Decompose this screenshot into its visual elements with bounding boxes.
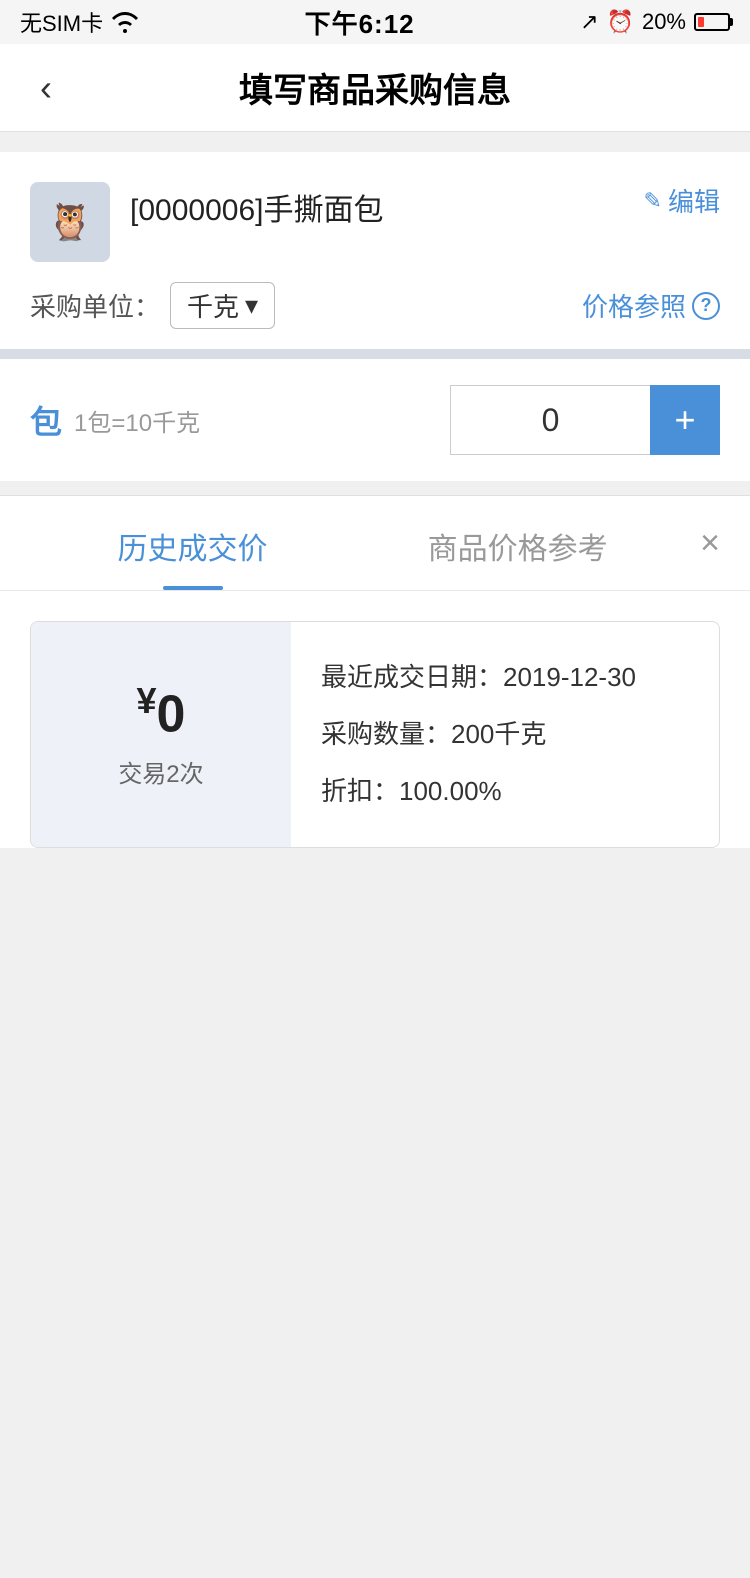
bag-label: 包 xyxy=(30,397,62,443)
location-icon: ↗ xyxy=(580,9,598,35)
history-price-right: 最近成交日期：2019-12-30 采购数量：200千克 折扣：100.00% xyxy=(291,622,719,847)
unit-value: 千克 xyxy=(187,287,239,324)
product-header: 🦉 [0000006]手撕面包 ✎ 编辑 xyxy=(30,182,720,262)
status-right: ↗ ⏰ 20% xyxy=(580,9,730,35)
tabs-row: 历史成交价 商品价格参考 × xyxy=(0,496,750,591)
product-card: 🦉 [0000006]手撕面包 ✎ 编辑 采购单位： 千克 ▾ 价格参照 ? xyxy=(0,152,750,349)
quantity-display[interactable]: 0 xyxy=(450,385,650,455)
tab2-label: 商品价格参考 xyxy=(428,533,608,566)
recent-date-value: 2019-12-30 xyxy=(503,662,636,692)
battery-icon xyxy=(694,13,730,31)
history-price-card: ¥0 交易2次 最近成交日期：2019-12-30 采购数量：200千克 折扣：… xyxy=(30,621,720,848)
battery-percent: 20% xyxy=(642,9,686,35)
discount-line: 折扣：100.00% xyxy=(321,772,689,811)
price-value: 0 xyxy=(157,685,186,743)
status-time: 下午6:12 xyxy=(305,4,415,41)
section-divider xyxy=(0,349,750,359)
history-price-left: ¥0 交易2次 xyxy=(31,622,291,847)
currency-symbol: ¥ xyxy=(137,680,157,721)
product-left: 🦉 [0000006]手撕面包 xyxy=(30,182,383,262)
unit-row: 采购单位： 千克 ▾ xyxy=(30,282,275,329)
plus-button[interactable]: + xyxy=(650,385,720,455)
close-button[interactable]: × xyxy=(680,514,720,573)
discount-value: 100.00% xyxy=(399,776,502,806)
price-display: ¥0 xyxy=(137,680,186,744)
unit-arrow-icon: ▾ xyxy=(245,290,258,321)
unit-select[interactable]: 千克 ▾ xyxy=(170,282,275,329)
price-ref-label: 价格参照 xyxy=(582,287,686,324)
alarm-icon: ⏰ xyxy=(607,9,634,35)
purchase-qty-label: 采购数量： xyxy=(321,719,451,749)
edit-icon: ✎ xyxy=(644,188,662,214)
help-icon: ? xyxy=(692,292,720,320)
bag-conversion: 1包=10千克 xyxy=(74,403,200,438)
price-ref-button[interactable]: 价格参照 ? xyxy=(582,287,720,324)
trade-count: 交易2次 xyxy=(118,754,203,789)
purchase-qty-line: 采购数量：200千克 xyxy=(321,715,689,754)
product-image-placeholder: 🦉 xyxy=(48,201,93,243)
recent-date-label: 最近成交日期： xyxy=(321,662,503,692)
quantity-value: 0 xyxy=(542,402,560,439)
edit-label: 编辑 xyxy=(668,182,720,219)
bottom-panel: 历史成交价 商品价格参考 × ¥0 交易2次 最近成交日期：2019-12-30… xyxy=(0,495,750,848)
main-background xyxy=(0,878,750,1578)
carrier-text: 无SIM卡 xyxy=(20,6,103,38)
plus-icon: + xyxy=(674,399,695,441)
quantity-row: 包 1包=10千克 0 + xyxy=(0,359,750,481)
product-name: [0000006]手撕面包 xyxy=(130,182,383,232)
unit-label: 采购单位： xyxy=(30,287,160,324)
tab-active-indicator xyxy=(163,586,223,590)
back-button[interactable]: ‹ xyxy=(30,57,62,119)
quantity-input-group: 0 + xyxy=(450,385,720,455)
product-thumbnail: 🦉 xyxy=(30,182,110,262)
wifi-icon xyxy=(111,11,139,33)
tab1-label: 历史成交价 xyxy=(118,533,268,566)
status-bar: 无SIM卡 下午6:12 ↗ ⏰ 20% xyxy=(0,0,750,44)
status-left: 无SIM卡 xyxy=(20,6,139,38)
purchase-qty-value: 200千克 xyxy=(451,719,546,749)
discount-label: 折扣： xyxy=(321,776,399,806)
nav-bar: ‹ 填写商品采购信息 xyxy=(0,44,750,132)
edit-button[interactable]: ✎ 编辑 xyxy=(644,182,720,219)
product-footer: 采购单位： 千克 ▾ 价格参照 ? xyxy=(30,282,720,329)
page-title: 填写商品采购信息 xyxy=(239,63,511,112)
tab-product-price-ref[interactable]: 商品价格参考 xyxy=(355,496,680,590)
tab-history-price[interactable]: 历史成交价 xyxy=(30,496,355,590)
recent-date-line: 最近成交日期：2019-12-30 xyxy=(321,658,689,697)
unit-bag-info: 包 1包=10千克 xyxy=(30,397,200,443)
